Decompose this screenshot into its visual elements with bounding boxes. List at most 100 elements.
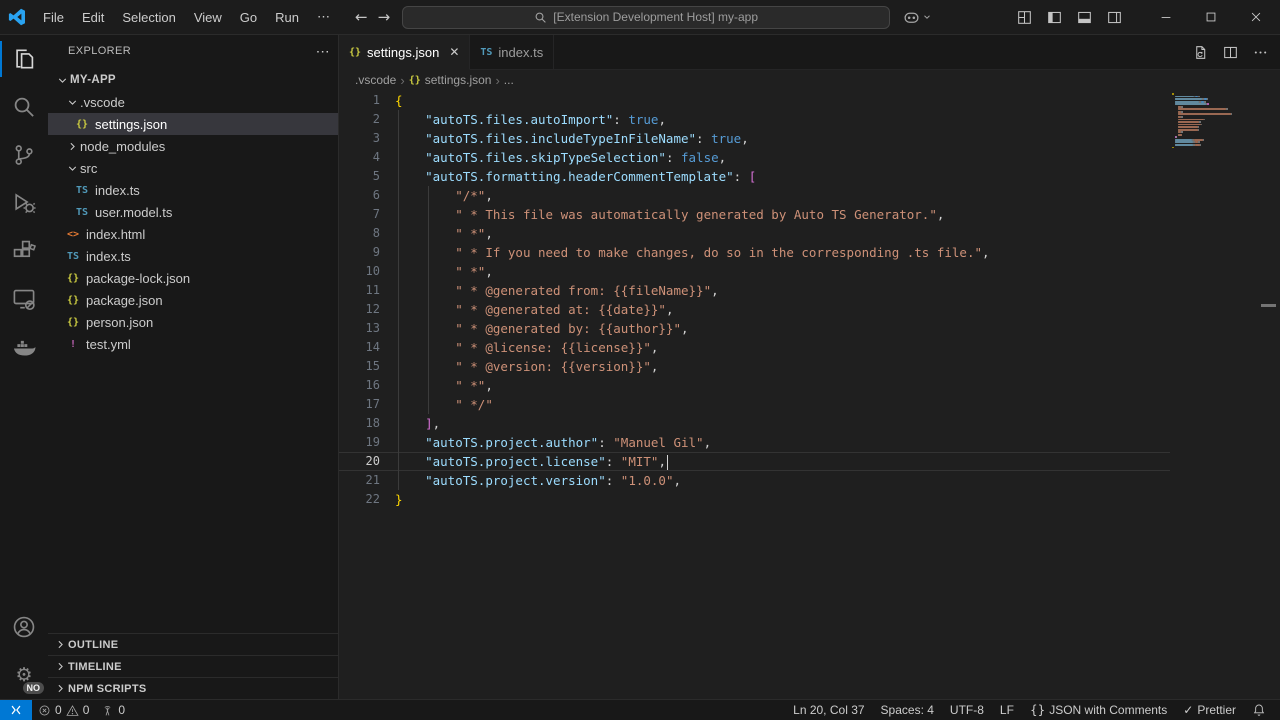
copilot-button[interactable] [903, 9, 932, 26]
split-editor-icon[interactable] [1218, 40, 1242, 64]
tree-item-index-ts[interactable]: TS index.ts [48, 179, 338, 201]
status-formatter[interactable]: ✓ Prettier [1175, 700, 1244, 720]
toggle-primary-sidebar-icon[interactable] [1039, 4, 1069, 30]
menu-view[interactable]: View [185, 5, 231, 29]
code-line-11[interactable]: 11 " * @generated from: {{fileName}}", [339, 281, 1170, 300]
toggle-panel-icon[interactable] [1069, 4, 1099, 30]
status-indentation[interactable]: Spaces: 4 [873, 700, 942, 720]
breadcrumb-item[interactable]: settings.json [425, 73, 492, 87]
tree-item-user-model-ts[interactable]: TS user.model.ts [48, 201, 338, 223]
minimize-button[interactable] [1143, 0, 1188, 34]
code-line-21[interactable]: 21 "autoTS.project.version": "1.0.0", [339, 471, 1170, 490]
maximize-button[interactable] [1188, 0, 1233, 34]
code-line-9[interactable]: 9 " * If you need to make changes, do so… [339, 243, 1170, 262]
code-line-1[interactable]: 1{ [339, 91, 1170, 110]
activity-extensions[interactable] [0, 227, 48, 275]
ports-indicator[interactable]: 0 [95, 700, 131, 720]
line-number: 1 [372, 93, 380, 107]
code-line-5[interactable]: 5 "autoTS.formatting.headerCommentTempla… [339, 167, 1170, 186]
code-line-3[interactable]: 3 "autoTS.files.includeTypeInFileName": … [339, 129, 1170, 148]
panel-npm-scripts[interactable]: NPM SCRIPTS [48, 677, 338, 699]
close-tab-icon[interactable]: ✕ [449, 45, 459, 59]
code-line-22[interactable]: 22} [339, 490, 1170, 509]
tree-item--vscode[interactable]: .vscode [48, 91, 338, 113]
close-button[interactable] [1233, 0, 1278, 34]
activity-run-debug[interactable] [0, 179, 48, 227]
menu-go[interactable]: Go [231, 5, 266, 29]
activity-remote-explorer[interactable] [0, 275, 48, 323]
code-line-15[interactable]: 15 " * @version: {{version}}", [339, 357, 1170, 376]
tab-index-ts[interactable]: TS index.ts [470, 35, 555, 69]
forward-icon[interactable]: → [378, 8, 391, 26]
breadcrumb-item[interactable]: ... [504, 73, 514, 87]
status-label: Spaces: 4 [880, 703, 934, 717]
line-text: " * @generated by: {{author}}", [455, 321, 689, 336]
toggle-secondary-sidebar-icon[interactable] [1099, 4, 1129, 30]
remote-indicator[interactable] [0, 700, 32, 720]
run-debug-icon [12, 191, 36, 215]
tree-item-person-json[interactable]: {} person.json [48, 311, 338, 333]
menu-overflow-icon[interactable]: ⋯ [308, 5, 339, 29]
menu-file[interactable]: File [34, 5, 73, 29]
code-line-17[interactable]: 17 " */" [339, 395, 1170, 414]
tree-item-src[interactable]: src [48, 157, 338, 179]
code-line-18[interactable]: 18 ], [339, 414, 1170, 433]
code-line-4[interactable]: 4 "autoTS.files.skipTypeSelection": fals… [339, 148, 1170, 167]
code-line-13[interactable]: 13 " * @generated by: {{author}}", [339, 319, 1170, 338]
menu-edit[interactable]: Edit [73, 5, 113, 29]
tree-item-package-lock-json[interactable]: {} package-lock.json [48, 267, 338, 289]
tree-item-package-json[interactable]: {} package.json [48, 289, 338, 311]
activity-source-control[interactable] [0, 131, 48, 179]
panel-outline[interactable]: OUTLINE [48, 633, 338, 655]
code-line-8[interactable]: 8 " *", [339, 224, 1170, 243]
tree-item-index-ts[interactable]: TS index.ts [48, 245, 338, 267]
accounts-icon [12, 615, 36, 639]
breadcrumb[interactable]: .vscode ›{} settings.json ›... [339, 70, 1280, 90]
indent-guide [398, 110, 399, 490]
tree-item-test-yml[interactable]: ! test.yml [48, 333, 338, 355]
status-cursor-position[interactable]: Ln 20, Col 37 [785, 700, 872, 720]
minimap-line [1200, 123, 1202, 126]
menu-selection[interactable]: Selection [113, 5, 184, 29]
activity-search[interactable] [0, 83, 48, 131]
activity-accounts[interactable] [0, 603, 48, 651]
code-line-19[interactable]: 19 "autoTS.project.author": "Manuel Gil"… [339, 433, 1170, 452]
code-line-2[interactable]: 2 "autoTS.files.autoImport": true, [339, 110, 1170, 129]
ts-file-icon: TS [480, 46, 493, 58]
panel-timeline[interactable]: TIMELINE [48, 655, 338, 677]
activity-explorer[interactable] [0, 35, 48, 83]
tab-settings-json[interactable]: {} settings.json ✕ [339, 35, 471, 70]
tree-item-settings-json[interactable]: {} settings.json [48, 113, 338, 135]
tree-item-my-app[interactable]: MY-APP [48, 69, 338, 91]
code-editor[interactable]: 1{2 "autoTS.files.autoImport": true, 3 "a… [339, 90, 1280, 699]
more-actions-icon[interactable] [1248, 40, 1272, 64]
json-file-icon: {} [349, 46, 362, 58]
code-line-14[interactable]: 14 " * @license: {{license}}", [339, 338, 1170, 357]
status-encoding[interactable]: UTF-8 [942, 700, 992, 720]
code-line-12[interactable]: 12 " * @generated at: {{date}}", [339, 300, 1170, 319]
activity-settings[interactable]: ⚙ NO [0, 651, 48, 699]
status-eol[interactable]: LF [992, 700, 1022, 720]
code-line-6[interactable]: 6 "/*", [339, 186, 1170, 205]
menu-run[interactable]: Run [266, 5, 308, 29]
explorer-more-actions-icon[interactable]: ⋯ [316, 43, 330, 60]
code-line-16[interactable]: 16 " *", [339, 376, 1170, 395]
tree-item-node-modules[interactable]: node_modules [48, 135, 338, 157]
back-icon[interactable]: ← [355, 8, 368, 26]
breadcrumb-item[interactable]: .vscode [355, 73, 396, 87]
line-text: } [395, 492, 403, 507]
code-line-20[interactable]: 20 "autoTS.project.license": "MIT", [339, 452, 1170, 471]
customize-layout-icon[interactable] [1009, 4, 1039, 30]
code-line-10[interactable]: 10 " *", [339, 262, 1170, 281]
open-changes-icon[interactable] [1188, 40, 1212, 64]
status-notifications[interactable] [1244, 700, 1274, 720]
command-center[interactable]: [Extension Development Host] my-app [402, 5, 891, 29]
tree-item-index-html[interactable]: <> index.html [48, 223, 338, 245]
problems-indicator[interactable]: 0 0 [32, 700, 95, 720]
activity-docker[interactable] [0, 323, 48, 371]
code-line-7[interactable]: 7 " * This file was automatically genera… [339, 205, 1170, 224]
status-language-mode[interactable]: {} JSON with Comments [1022, 700, 1175, 720]
line-text: " * This file was automatically generate… [455, 207, 945, 222]
line-text: " * If you need to make changes, do so i… [455, 245, 990, 260]
minimap-line [1172, 93, 1174, 95]
